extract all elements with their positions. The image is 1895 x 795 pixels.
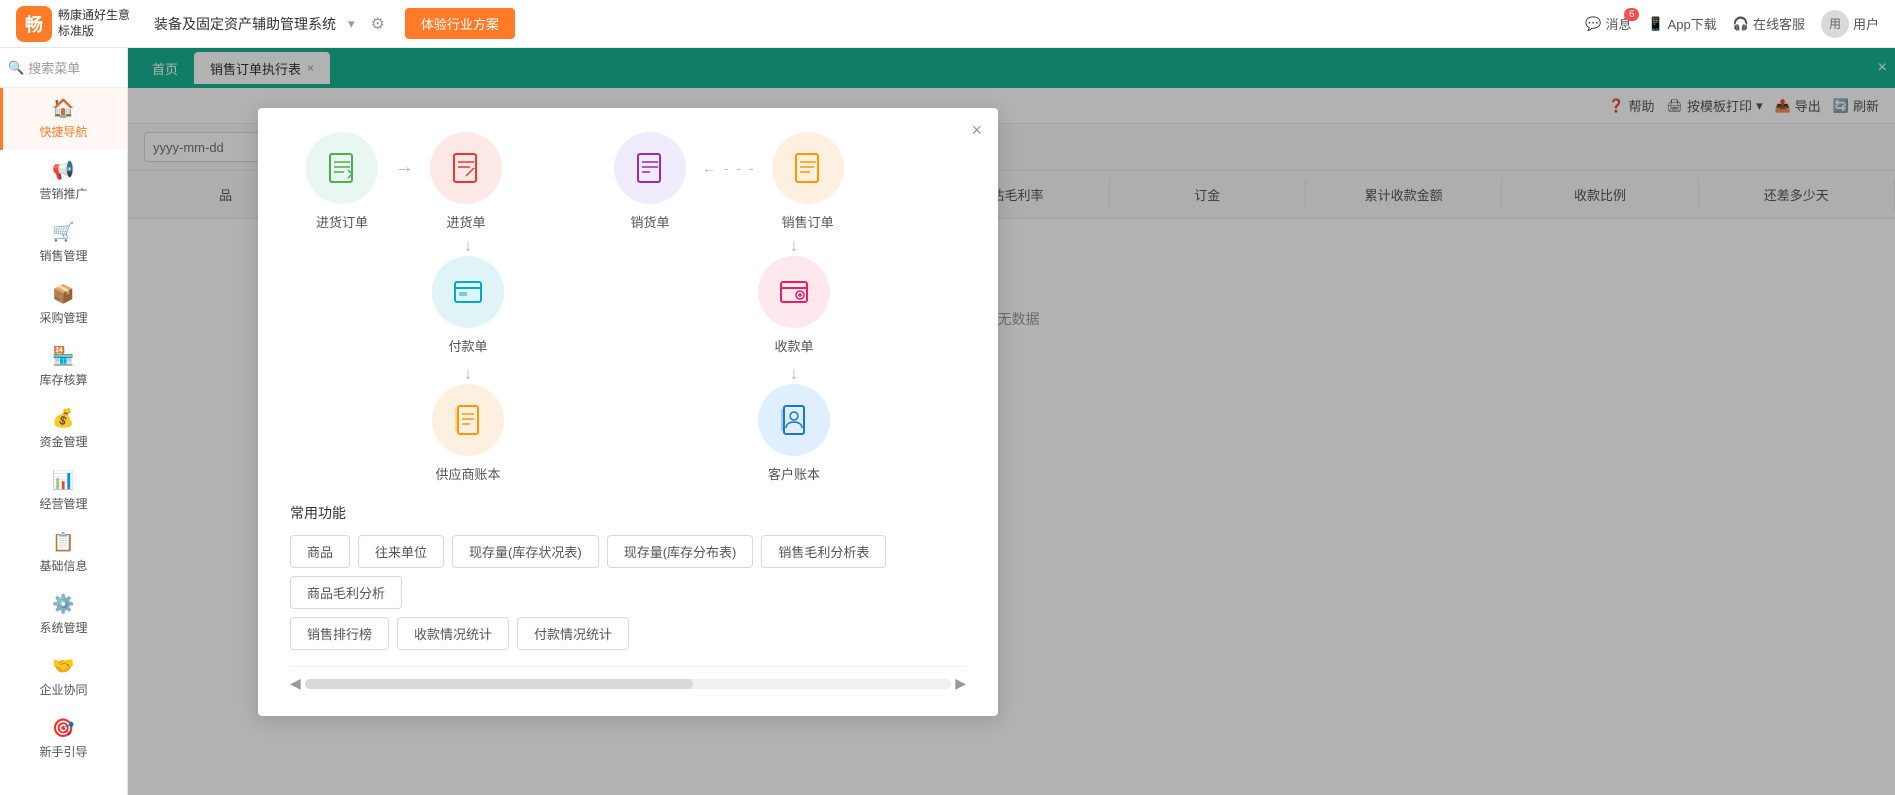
arrow-down-1: ↓: [464, 235, 473, 256]
finance-icon: 💰: [52, 408, 74, 429]
system-title: 装备及固定资产辅助管理系统: [154, 14, 336, 34]
common-functions-title: 常用功能: [290, 503, 966, 523]
common-buttons-row2: 销售排行榜 收款情况统计 付款情况统计: [290, 617, 966, 650]
title-dropdown-icon[interactable]: ▾: [348, 16, 355, 32]
modal-close-button[interactable]: ×: [971, 120, 982, 141]
active-bar: [0, 88, 3, 150]
basic-info-icon: 📋: [52, 532, 74, 553]
top-bar: 畅 畅康通好生意 标准版 装备及固定资产辅助管理系统 ▾ ⚙ 体验行业方案 💬 …: [0, 0, 1895, 48]
flow-node-customer-ledger[interactable]: 客户账本: [758, 384, 830, 483]
supplier-ledger-label: 供应商账本: [435, 464, 500, 483]
payment-label: 付款单: [448, 336, 487, 355]
scrollbar-track[interactable]: [305, 679, 951, 689]
marketing-icon: 📢: [52, 160, 74, 181]
service-icon: 🎧: [1733, 16, 1749, 32]
btn-partners[interactable]: 往来单位: [358, 535, 444, 568]
scroll-left-icon[interactable]: ◀: [290, 675, 301, 692]
top-bar-right: 💬 消息 6 📱 App下载 🎧 在线客服 用 用户: [1585, 10, 1879, 38]
arrow-right-1: →: [394, 156, 414, 207]
sidebar-item-basic-info[interactable]: 📋 基础信息: [0, 522, 127, 584]
flow-modal: × 进货订单 →: [258, 108, 998, 716]
system-icon: ⚙️: [52, 594, 74, 615]
sales-bill-icon: [614, 132, 686, 204]
message-badge: 6: [1624, 8, 1640, 21]
logo-text: 畅康通好生意 标准版: [58, 8, 130, 39]
sidebar-item-enterprise[interactable]: 🤝 企业协同: [0, 646, 127, 708]
logo-area: 畅 畅康通好生意 标准版: [16, 6, 130, 42]
avatar: 用: [1821, 10, 1849, 38]
app-wrapper: 畅 畅康通好生意 标准版 装备及固定资产辅助管理系统 ▾ ⚙ 体验行业方案 💬 …: [0, 0, 1895, 795]
arrow-down-3: ↓: [464, 363, 473, 384]
arrow-down-4: ↓: [790, 363, 799, 384]
arrow-down-2: ↓: [790, 235, 799, 256]
payment-icon: [432, 256, 504, 328]
common-buttons-group: 商品 往来单位 现存量(库存状况表) 现存量(库存分布表) 销售毛利分析表 商品…: [290, 535, 966, 609]
btn-sales-gross[interactable]: 销售毛利分析表: [761, 535, 886, 568]
scrollbar-thumb: [305, 679, 693, 689]
sales-order-node-icon: [772, 132, 844, 204]
operations-icon: 📊: [52, 470, 74, 491]
main-area: 🔍 搜索菜单 🏠 快捷导航 📢 营销推广 🛒 销售管理 📦 采购管理 �: [0, 48, 1895, 795]
btn-stock-status[interactable]: 现存量(库存状况表): [452, 535, 599, 568]
sales-order-node-label: 销售订单: [782, 212, 834, 231]
purchase-bill-icon: [430, 132, 502, 204]
content-area: 首页 销售订单执行表 × × ❓ 帮助 🖨 按模板打印: [128, 48, 1895, 795]
message-icon: 💬: [1585, 16, 1601, 32]
flow-node-purchase-bill[interactable]: 进货单: [430, 132, 502, 231]
top-bar-left: 畅 畅康通好生意 标准版 装备及固定资产辅助管理系统 ▾ ⚙ 体验行业方案: [16, 6, 515, 42]
settings-icon[interactable]: ⚙: [371, 14, 385, 34]
sidebar-item-operations[interactable]: 📊 经营管理: [0, 460, 127, 522]
message-button[interactable]: 💬 消息 6: [1585, 14, 1631, 33]
btn-sales-rank[interactable]: 销售排行榜: [290, 617, 389, 650]
newbie-icon: 🎯: [52, 718, 74, 739]
purchase-icon: 📦: [52, 284, 74, 305]
search-icon: 🔍: [8, 60, 24, 76]
download-icon: 📱: [1647, 16, 1663, 32]
supplier-ledger-icon: [432, 384, 504, 456]
common-functions-section: 常用功能 商品 往来单位 现存量(库存状况表) 现存量(库存分布表) 销售毛利分…: [290, 503, 966, 650]
flow-node-purchase-order[interactable]: 进货订单: [306, 132, 378, 231]
btn-payment-stats[interactable]: 付款情况统计: [517, 617, 629, 650]
sidebar-item-finance[interactable]: 💰 资金管理: [0, 398, 127, 460]
btn-receipt-stats[interactable]: 收款情况统计: [397, 617, 509, 650]
online-service-button[interactable]: 🎧 在线客服: [1733, 14, 1805, 33]
inventory-icon: 🏪: [52, 346, 74, 367]
logo-icon: 畅: [16, 6, 52, 42]
quick-nav-icon: 🏠: [52, 98, 74, 119]
flow-node-sales-bill[interactable]: 销货单: [614, 132, 686, 231]
user-menu[interactable]: 用 用户: [1821, 10, 1879, 38]
arrow-dashed-1: ← - - -: [702, 160, 756, 204]
sidebar-item-marketing[interactable]: 📢 营销推广: [0, 150, 127, 212]
purchase-bill-label: 进货单: [446, 212, 485, 231]
sidebar-item-purchase[interactable]: 📦 采购管理: [0, 274, 127, 336]
btn-product-gross[interactable]: 商品毛利分析: [290, 576, 402, 609]
btn-product[interactable]: 商品: [290, 535, 350, 568]
flow-node-payment[interactable]: 付款单: [432, 256, 504, 355]
receipt-label: 收款单: [774, 336, 813, 355]
flow-node-receipt[interactable]: 收款单: [758, 256, 830, 355]
btn-stock-dist[interactable]: 现存量(库存分布表): [607, 535, 754, 568]
flow-node-sales-order[interactable]: 销售订单: [772, 132, 844, 231]
sales-icon: 🛒: [52, 222, 74, 243]
modal-scrollbar: ◀ ▶: [290, 666, 966, 692]
enterprise-icon: 🤝: [52, 656, 74, 677]
receipt-icon: [758, 256, 830, 328]
app-download-button[interactable]: 📱 App下载: [1647, 14, 1716, 33]
experience-btn[interactable]: 体验行业方案: [405, 8, 515, 39]
sidebar-item-system[interactable]: ⚙️ 系统管理: [0, 584, 127, 646]
sidebar-item-newbie[interactable]: 🎯 新手引导: [0, 708, 127, 770]
sidebar-item-quick-nav[interactable]: 🏠 快捷导航: [0, 88, 127, 150]
sales-bill-label: 销货单: [630, 212, 669, 231]
modal-overlay[interactable]: × 进货订单 →: [128, 48, 1895, 795]
flow-node-supplier-ledger[interactable]: 供应商账本: [432, 384, 504, 483]
customer-ledger-label: 客户账本: [768, 464, 820, 483]
sidebar-item-sales[interactable]: 🛒 销售管理: [0, 212, 127, 274]
purchase-order-icon: [306, 132, 378, 204]
sidebar: 🔍 搜索菜单 🏠 快捷导航 📢 营销推广 🛒 销售管理 📦 采购管理 �: [0, 48, 128, 795]
purchase-order-label: 进货订单: [316, 212, 368, 231]
customer-ledger-icon: [758, 384, 830, 456]
sidebar-item-inventory[interactable]: 🏪 库存核算: [0, 336, 127, 398]
scroll-right-icon[interactable]: ▶: [955, 675, 966, 692]
sidebar-search[interactable]: 🔍 搜索菜单: [0, 48, 127, 88]
